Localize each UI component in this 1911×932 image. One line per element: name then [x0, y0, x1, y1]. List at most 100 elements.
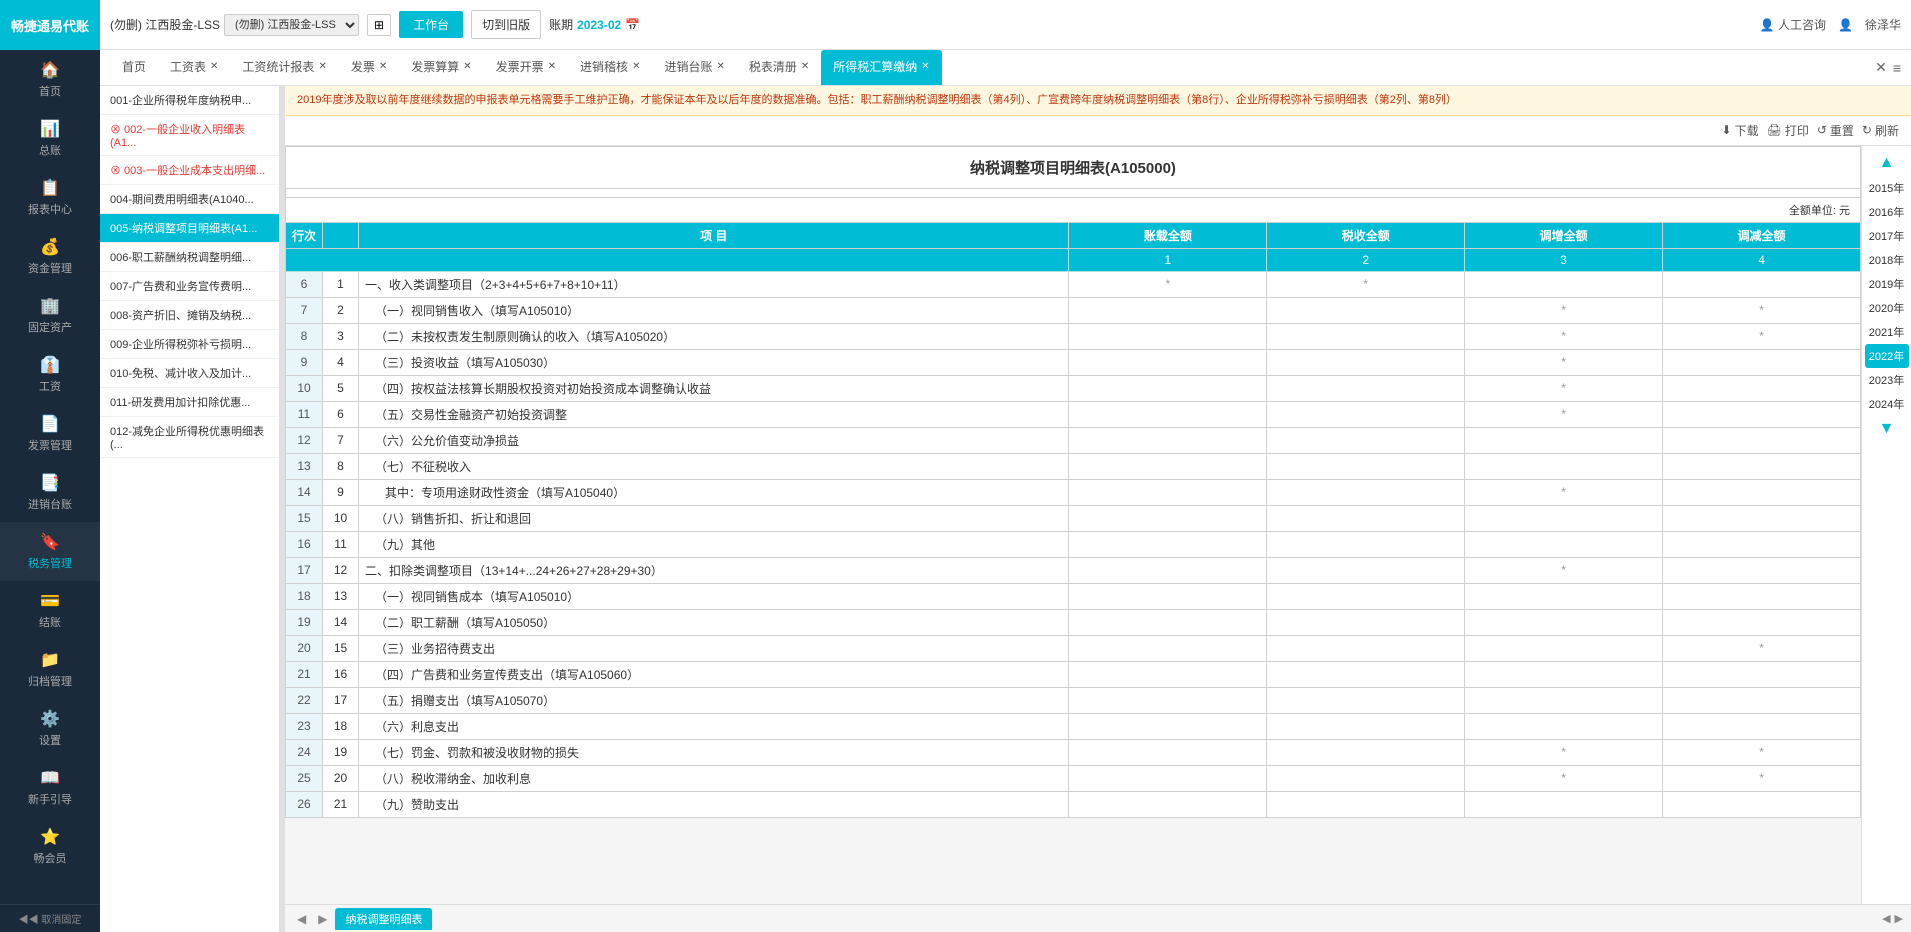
cell-c2-15[interactable] — [1267, 661, 1465, 687]
cell-c3-7[interactable] — [1465, 453, 1663, 479]
sidebar-item-发票管理[interactable]: 📄发票管理 — [0, 404, 100, 463]
cell-c2-10[interactable] — [1267, 531, 1465, 557]
cell-c3-16[interactable] — [1465, 687, 1663, 713]
cell-c4-5[interactable] — [1663, 401, 1861, 427]
cell-c3-1[interactable]: * — [1465, 297, 1663, 323]
table-scroll[interactable]: 纳税调整项目明细表(A105000)全额单位: 元行次项 目账载全额税收全额调增… — [285, 146, 1861, 905]
cell-c2-19[interactable] — [1267, 765, 1465, 791]
cell-c1-7[interactable] — [1069, 453, 1267, 479]
cell-c1-2[interactable] — [1069, 323, 1267, 349]
cell-c1-19[interactable] — [1069, 765, 1267, 791]
cell-c4-12[interactable] — [1663, 583, 1861, 609]
cell-c4-17[interactable] — [1663, 713, 1861, 739]
left-panel-item-5[interactable]: 006-职工薪酬纳税调整明细... — [100, 243, 279, 272]
cell-c1-15[interactable] — [1069, 661, 1267, 687]
cell-c3-5[interactable]: * — [1465, 401, 1663, 427]
cell-c3-10[interactable] — [1465, 531, 1663, 557]
year-btn-2015年[interactable]: 2015年 — [1865, 176, 1909, 200]
year-up-button[interactable]: ▲ — [1875, 150, 1899, 176]
cell-c2-18[interactable] — [1267, 739, 1465, 765]
cell-c2-0[interactable]: * — [1267, 271, 1465, 297]
sidebar-item-新手引导[interactable]: 📖新手引导 — [0, 758, 100, 817]
scroll-right-icon[interactable]: ▶ — [1895, 912, 1903, 925]
download-button[interactable]: ⬇ 下载 — [1722, 122, 1759, 139]
cell-c3-0[interactable] — [1465, 271, 1663, 297]
left-panel-item-8[interactable]: 009-企业所得税弥补亏损明... — [100, 330, 279, 359]
cell-c2-20[interactable] — [1267, 791, 1465, 817]
tab-close-6[interactable]: ✕ — [632, 61, 640, 72]
cell-c4-15[interactable] — [1663, 661, 1861, 687]
sidebar-item-设置[interactable]: ⚙️设置 — [0, 699, 100, 758]
left-panel-item-6[interactable]: 007-广告费和业务宣传费明... — [100, 272, 279, 301]
year-btn-2024年[interactable]: 2024年 — [1865, 392, 1909, 416]
left-panel-item-1[interactable]: ⊗ 002-一般企业收入明细表(A1... — [100, 115, 279, 156]
cell-c1-0[interactable]: * — [1069, 271, 1267, 297]
year-btn-2019年[interactable]: 2019年 — [1865, 272, 1909, 296]
cell-c1-18[interactable] — [1069, 739, 1267, 765]
cell-c2-14[interactable] — [1267, 635, 1465, 661]
cell-c4-4[interactable] — [1663, 375, 1861, 401]
cell-c2-3[interactable] — [1267, 349, 1465, 375]
cell-c3-14[interactable] — [1465, 635, 1663, 661]
tab-首页[interactable]: 首页 — [110, 50, 158, 85]
cell-c1-13[interactable] — [1069, 609, 1267, 635]
cell-c4-2[interactable]: * — [1663, 323, 1861, 349]
cell-c4-3[interactable] — [1663, 349, 1861, 375]
sidebar-item-税务管理[interactable]: 🔖税务管理 — [0, 522, 100, 581]
cell-c4-9[interactable] — [1663, 505, 1861, 531]
company-dropdown[interactable]: (勿删) 江西股金-LSS — [224, 14, 359, 36]
cell-c4-19[interactable]: * — [1663, 765, 1861, 791]
cell-c2-11[interactable] — [1267, 557, 1465, 583]
cell-c2-6[interactable] — [1267, 427, 1465, 453]
reset-button[interactable]: ↺ 重置 — [1817, 122, 1854, 139]
cell-c2-8[interactable] — [1267, 479, 1465, 505]
cell-c2-5[interactable] — [1267, 401, 1465, 427]
cell-c3-20[interactable] — [1465, 791, 1663, 817]
cell-c1-17[interactable] — [1069, 713, 1267, 739]
tab-close-4[interactable]: ✕ — [463, 61, 471, 72]
cell-c2-2[interactable] — [1267, 323, 1465, 349]
tab-close-2[interactable]: ✕ — [318, 61, 326, 72]
tab-进销稽核[interactable]: 进销稽核✕ — [568, 50, 652, 85]
cell-c3-3[interactable]: * — [1465, 349, 1663, 375]
close-tab-button[interactable]: ✕ — [1875, 59, 1887, 76]
cell-c1-14[interactable] — [1069, 635, 1267, 661]
cell-c3-6[interactable] — [1465, 427, 1663, 453]
tab-close-9[interactable]: ✕ — [921, 61, 929, 72]
cell-c1-8[interactable] — [1069, 479, 1267, 505]
cell-c1-16[interactable] — [1069, 687, 1267, 713]
refresh-button[interactable]: ↻ 刷新 — [1862, 122, 1899, 139]
cell-c4-7[interactable] — [1663, 453, 1861, 479]
year-btn-2020年[interactable]: 2020年 — [1865, 296, 1909, 320]
tab-发票开票[interactable]: 发票开票✕ — [484, 50, 568, 85]
tab-工资表[interactable]: 工资表✕ — [158, 50, 230, 85]
sidebar-item-资金管理[interactable]: 💰资金管理 — [0, 227, 100, 286]
cell-c2-7[interactable] — [1267, 453, 1465, 479]
year-btn-2022年[interactable]: 2022年 — [1865, 344, 1909, 368]
cell-c1-6[interactable] — [1069, 427, 1267, 453]
tab-close-1[interactable]: ✕ — [210, 61, 218, 72]
sidebar-item-结账[interactable]: 💳结账 — [0, 581, 100, 640]
left-panel-item-9[interactable]: 010-免税、减计收入及加计... — [100, 359, 279, 388]
calendar-icon[interactable]: 📅 — [625, 18, 640, 32]
cell-c4-14[interactable]: * — [1663, 635, 1861, 661]
year-btn-2021年[interactable]: 2021年 — [1865, 320, 1909, 344]
cell-c3-19[interactable]: * — [1465, 765, 1663, 791]
workbench-button[interactable]: 工作台 — [399, 11, 463, 38]
cell-c2-16[interactable] — [1267, 687, 1465, 713]
sidebar-item-畅会员[interactable]: ⭐畅会员 — [0, 817, 100, 876]
sidebar-item-报表中心[interactable]: 📋报表中心 — [0, 168, 100, 227]
cell-c2-9[interactable] — [1267, 505, 1465, 531]
sidebar-item-固定资产[interactable]: 🏢固定资产 — [0, 286, 100, 345]
tab-发票[interactable]: 发票✕ — [339, 50, 399, 85]
cell-c4-10[interactable] — [1663, 531, 1861, 557]
consult-button[interactable]: 👤 人工咨询 — [1760, 16, 1826, 33]
cell-c1-3[interactable] — [1069, 349, 1267, 375]
cell-c3-2[interactable]: * — [1465, 323, 1663, 349]
sidebar-item-归档管理[interactable]: 📁归档管理 — [0, 640, 100, 699]
cell-c1-11[interactable] — [1069, 557, 1267, 583]
tab-所得税汇算缴纳[interactable]: 所得税汇算缴纳✕ — [821, 50, 941, 85]
sheet-tab-active[interactable]: 纳税调整明细表 — [335, 908, 432, 930]
sidebar-item-工资[interactable]: 👔工资 — [0, 345, 100, 404]
cell-c1-4[interactable] — [1069, 375, 1267, 401]
